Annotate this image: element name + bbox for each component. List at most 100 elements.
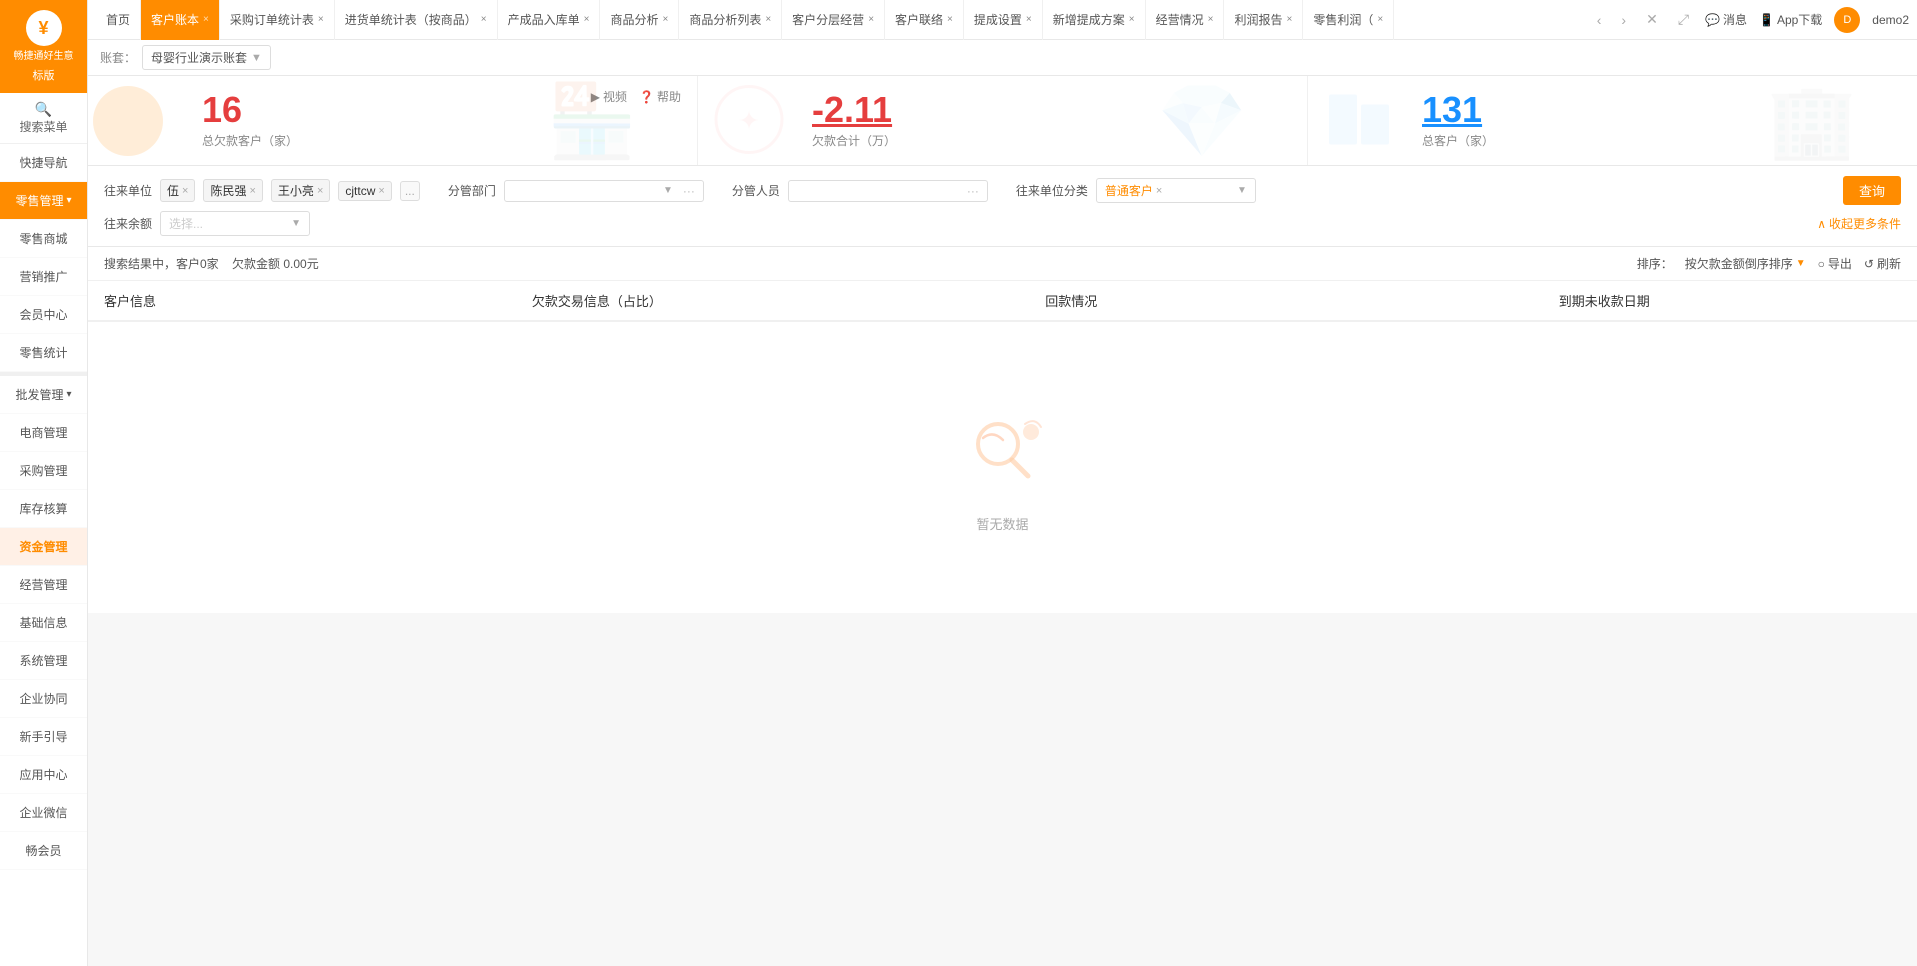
tab-customer-book[interactable]: 客户账本 × bbox=[141, 0, 220, 40]
balance-label: 往来余额 bbox=[104, 215, 152, 232]
sidebar-item-newbie[interactable]: 新手引导 bbox=[0, 718, 87, 756]
sidebar-item-marketing[interactable]: 营销推广 bbox=[0, 258, 87, 296]
tab-customer-segment[interactable]: 客户分层经营 × bbox=[782, 0, 885, 40]
message-button[interactable]: 💬 消息 bbox=[1705, 11, 1747, 28]
tab-close-product-analysis[interactable]: × bbox=[662, 14, 668, 25]
search-result-info: 搜索结果中，客户0家 欠款金额 0.00元 bbox=[104, 255, 319, 272]
app-download-button[interactable]: 📱 App下载 bbox=[1759, 11, 1822, 28]
th-due-date: 到期未收款日期 bbox=[1559, 291, 1901, 310]
tab-profit-report[interactable]: 利润报告 × bbox=[1224, 0, 1303, 40]
tab-close-customer-segment[interactable]: × bbox=[868, 14, 874, 25]
export-button[interactable]: ○ 导出 bbox=[1818, 255, 1852, 272]
system-selector: 账套： 母婴行业演示账套 ▼ bbox=[100, 45, 271, 70]
search-menu-item[interactable]: 🔍 搜索菜单 bbox=[0, 93, 87, 144]
table-header: 客户信息 欠款交易信息（占比） 回款情况 到期未收款日期 bbox=[88, 281, 1917, 322]
tab-new-promo[interactable]: 新增提成方案 × bbox=[1043, 0, 1146, 40]
query-button[interactable]: 查询 bbox=[1843, 176, 1901, 205]
tab-nav-next[interactable]: › bbox=[1617, 12, 1630, 28]
balance-arrow: ▼ bbox=[291, 218, 301, 229]
tab-home[interactable]: 首页 bbox=[96, 0, 141, 40]
tab-close-purchase-stats[interactable]: × bbox=[318, 14, 324, 25]
sidebar-item-enterprise[interactable]: 企业协同 bbox=[0, 680, 87, 718]
sidebar-item-member[interactable]: 会员中心 bbox=[0, 296, 87, 334]
tab-close-stock-stats[interactable]: × bbox=[481, 14, 487, 25]
sort-dropdown[interactable]: 按欠款金额倒序排序 ▼ bbox=[1685, 255, 1806, 272]
sidebar-item-ecommerce[interactable]: 电商管理 bbox=[0, 414, 87, 452]
filter-tag-cw: 伍 × bbox=[160, 179, 195, 202]
sidebar-item-operations[interactable]: 经营管理 bbox=[0, 566, 87, 604]
video-link[interactable]: ▶ 视频 bbox=[591, 88, 627, 105]
chevron-down-icon: ▼ bbox=[251, 52, 262, 64]
remove-tag-wx[interactable]: × bbox=[317, 185, 323, 197]
remove-tag-cz[interactable]: × bbox=[249, 185, 255, 197]
person-label: 分管人员 bbox=[732, 182, 780, 199]
sidebar-item-finance[interactable]: 资金管理 bbox=[0, 528, 87, 566]
tab-close-retail-profit[interactable]: × bbox=[1377, 14, 1383, 25]
logo-icon: ¥ bbox=[26, 10, 62, 46]
sidebar-item-inventory[interactable]: 库存核算 bbox=[0, 490, 87, 528]
export-icon: ○ bbox=[1818, 257, 1825, 271]
sidebar-item-wholesale[interactable]: 批发管理 ▾ bbox=[0, 376, 87, 414]
sidebar-item-app-center[interactable]: 应用中心 bbox=[0, 756, 87, 794]
stat-arrears-value: -2.11 bbox=[812, 92, 896, 128]
remove-tag-cjttcw[interactable]: × bbox=[378, 185, 384, 197]
message-icon: 💬 bbox=[1705, 13, 1720, 27]
top-bar: 首页 客户账本 × 采购订单统计表 × 进货单统计表（按商品） × 产成品入库单… bbox=[88, 0, 1917, 40]
balance-dropdown[interactable]: 选择... ▼ bbox=[160, 211, 310, 236]
dept-dropdown[interactable]: ▼ ··· bbox=[504, 180, 704, 202]
help-link[interactable]: ❓ 帮助 bbox=[639, 88, 681, 105]
tab-close-business-status[interactable]: × bbox=[1208, 14, 1214, 25]
version-text: 标版 bbox=[33, 67, 55, 83]
sidebar-item-retail-stats[interactable]: 零售统计 bbox=[0, 334, 87, 372]
remove-unit-class-tag[interactable]: × bbox=[1156, 185, 1162, 197]
tab-close-product-analysis-list[interactable]: × bbox=[765, 14, 771, 25]
tab-nav-prev[interactable]: ‹ bbox=[1593, 12, 1606, 28]
sidebar-item-purchase[interactable]: 采购管理 bbox=[0, 452, 87, 490]
tab-expand[interactable]: ⤢ bbox=[1674, 11, 1693, 28]
tab-close-profit-report[interactable]: × bbox=[1286, 14, 1292, 25]
sidebar-item-retail-mall[interactable]: 零售商城 bbox=[0, 220, 87, 258]
tab-promo-settings[interactable]: 提成设置 × bbox=[964, 0, 1043, 40]
sidebar-item-retail-mgmt[interactable]: 零售管理 ▾ bbox=[0, 182, 87, 220]
sidebar-item-basic-info[interactable]: 基础信息 bbox=[0, 604, 87, 642]
tab-customer-contact[interactable]: 客户联络 × bbox=[885, 0, 964, 40]
tab-close-new-promo[interactable]: × bbox=[1129, 14, 1135, 25]
stat-customers-info: 16 总欠款客户（家） bbox=[202, 92, 298, 149]
sidebar-item-enterprise-wechat[interactable]: 企业微信 bbox=[0, 794, 87, 832]
stats-row: ¥ 16 总欠款客户（家） ▶ 视频 ❓ 帮助 🏪 bbox=[88, 76, 1917, 166]
th-arrears-info: 欠款交易信息（占比） bbox=[532, 291, 1045, 310]
tab-close-cost-stock[interactable]: × bbox=[584, 14, 590, 25]
tab-close-customer-book[interactable]: × bbox=[203, 14, 209, 25]
svg-text:¥: ¥ bbox=[119, 106, 136, 137]
tab-product-analysis-list[interactable]: 商品分析列表 × bbox=[679, 0, 782, 40]
tab-cost-stock[interactable]: 产成品入库单 × bbox=[498, 0, 601, 40]
tab-business-status[interactable]: 经营情况 × bbox=[1146, 0, 1225, 40]
tab-product-analysis[interactable]: 商品分析 × bbox=[600, 0, 679, 40]
user-name[interactable]: demo2 bbox=[1872, 13, 1909, 27]
collapse-btn[interactable]: ∧ 收起更多条件 bbox=[1817, 215, 1901, 232]
app-icon: 📱 bbox=[1759, 13, 1774, 27]
tab-close-all[interactable]: ✕ bbox=[1642, 11, 1662, 28]
refresh-button[interactable]: ↺ 刷新 bbox=[1864, 255, 1901, 272]
stat-customers-value: 16 bbox=[202, 92, 298, 128]
content-area: ¥ 16 总欠款客户（家） ▶ 视频 ❓ 帮助 🏪 bbox=[88, 76, 1917, 966]
stat-bg-icon-3b: 🏢 bbox=[1767, 78, 1857, 163]
unit-label: 往来单位 bbox=[104, 182, 152, 199]
stat-bg-icon-2b: 💎 bbox=[1157, 78, 1247, 163]
sidebar-item-plus-member[interactable]: 畅会员 bbox=[0, 832, 87, 870]
tab-purchase-stats[interactable]: 采购订单统计表 × bbox=[220, 0, 335, 40]
stat-total-all: 131 总客户（家） 🏢 bbox=[1308, 76, 1917, 165]
tab-close-promo-settings[interactable]: × bbox=[1026, 14, 1032, 25]
filter-more-btn[interactable]: ... bbox=[400, 181, 420, 201]
remove-tag-cw[interactable]: × bbox=[182, 185, 188, 197]
sidebar-item-quick-nav[interactable]: 快捷导航 bbox=[0, 144, 87, 182]
person-dropdown[interactable]: ··· bbox=[788, 180, 988, 202]
sidebar-item-system[interactable]: 系统管理 bbox=[0, 642, 87, 680]
stat-arrears: ✦ -2.11 欠款合计（万） 💎 bbox=[698, 76, 1308, 165]
tab-close-customer-contact[interactable]: × bbox=[947, 14, 953, 25]
tab-retail-profit[interactable]: 零售利润（ × bbox=[1303, 0, 1394, 40]
account-selector-dropdown[interactable]: 母婴行业演示账套 ▼ bbox=[142, 45, 271, 70]
stat-bg-icon-3 bbox=[1324, 84, 1394, 157]
tab-stock-stats[interactable]: 进货单统计表（按商品） × bbox=[335, 0, 498, 40]
unit-class-dropdown[interactable]: 普通客户 × ▼ bbox=[1096, 178, 1256, 203]
